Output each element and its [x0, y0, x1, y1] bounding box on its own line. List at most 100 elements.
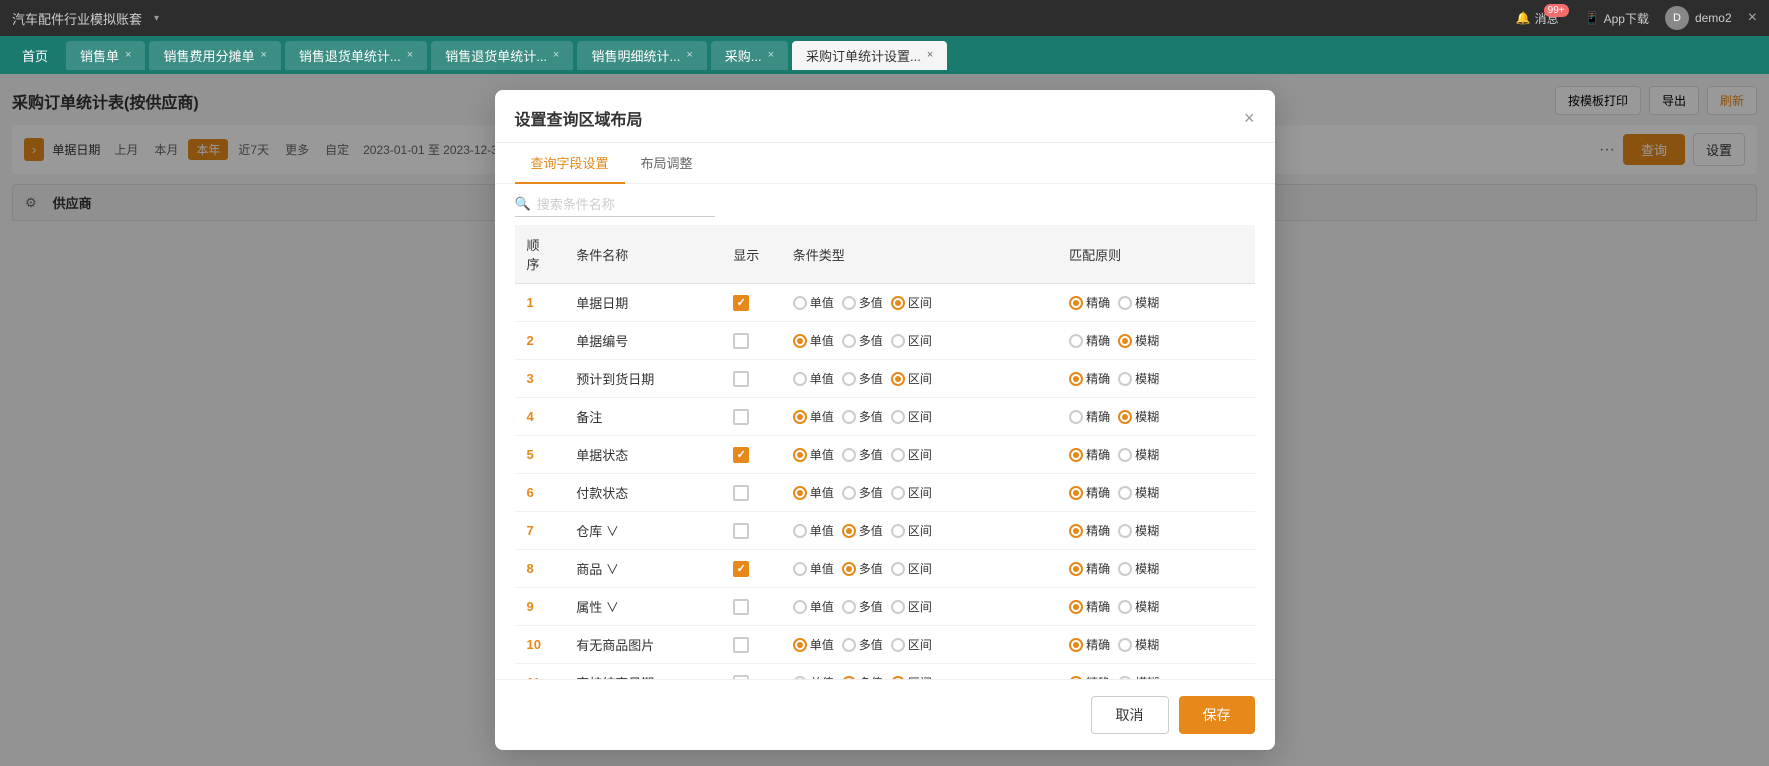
- radio-fuzzy-circle: [1118, 524, 1132, 538]
- tab-home[interactable]: 首页: [8, 41, 62, 70]
- cell-show[interactable]: [721, 398, 781, 436]
- cell-show[interactable]: [721, 588, 781, 626]
- show-checkbox[interactable]: [733, 485, 749, 501]
- type-single-radio[interactable]: 单值: [793, 484, 834, 501]
- type-range-radio[interactable]: 区间: [891, 560, 932, 577]
- type-single-radio[interactable]: 单值: [793, 332, 834, 349]
- type-single-radio[interactable]: 单值: [793, 370, 834, 387]
- type-multi-radio[interactable]: 多值: [842, 446, 883, 463]
- match-exact-radio[interactable]: 精确: [1069, 484, 1110, 501]
- match-exact-radio[interactable]: 精确: [1069, 522, 1110, 539]
- save-button[interactable]: 保存: [1179, 696, 1255, 734]
- show-checkbox[interactable]: [733, 523, 749, 539]
- type-range-radio[interactable]: 区间: [891, 484, 932, 501]
- type-range-radio[interactable]: 区间: [891, 636, 932, 653]
- tab-sales-return1[interactable]: 销售退货单统计... ×: [285, 41, 427, 70]
- show-checkbox[interactable]: [733, 599, 749, 615]
- tab-sales-expense[interactable]: 销售费用分摊单 ×: [149, 41, 280, 70]
- type-multi-radio[interactable]: 多值: [842, 636, 883, 653]
- match-exact-radio[interactable]: 精确: [1069, 408, 1110, 425]
- tab-purchase-close[interactable]: ×: [768, 49, 774, 61]
- type-multi-radio[interactable]: 多值: [842, 484, 883, 501]
- user-info[interactable]: D demo2: [1665, 6, 1732, 30]
- type-single-radio[interactable]: 单值: [793, 446, 834, 463]
- match-fuzzy-radio[interactable]: 模糊: [1118, 446, 1159, 463]
- show-checkbox[interactable]: [733, 637, 749, 653]
- tab-sales-detail[interactable]: 销售明细统计... ×: [577, 41, 706, 70]
- match-fuzzy-radio[interactable]: 模糊: [1118, 370, 1159, 387]
- cell-show[interactable]: [721, 322, 781, 360]
- match-fuzzy-radio[interactable]: 模糊: [1118, 522, 1159, 539]
- match-fuzzy-radio[interactable]: 模糊: [1118, 560, 1159, 577]
- match-exact-radio[interactable]: 精确: [1069, 598, 1110, 615]
- cell-show[interactable]: [721, 626, 781, 664]
- tab-sales-return2[interactable]: 销售退货单统计... ×: [431, 41, 573, 70]
- match-fuzzy-radio[interactable]: 模糊: [1118, 408, 1159, 425]
- tab-sales-order-close[interactable]: ×: [125, 49, 131, 61]
- type-range-radio[interactable]: 区间: [891, 522, 932, 539]
- tab-sales-return1-close[interactable]: ×: [407, 49, 413, 61]
- type-single-radio[interactable]: 单值: [793, 598, 834, 615]
- top-close-button[interactable]: ×: [1748, 9, 1757, 27]
- app-download-button[interactable]: 📱 App下载: [1585, 10, 1649, 27]
- radio-fuzzy-label: 模糊: [1135, 294, 1159, 311]
- cell-show[interactable]: [721, 550, 781, 588]
- notification-button[interactable]: 🔔 消息 99+: [1516, 10, 1559, 27]
- tab-sales-detail-close[interactable]: ×: [686, 49, 692, 61]
- cell-show[interactable]: [721, 436, 781, 474]
- type-multi-radio[interactable]: 多值: [842, 408, 883, 425]
- cell-name: 商品 ∨: [564, 550, 721, 588]
- modal-tab-query-fields[interactable]: 查询字段设置: [515, 143, 625, 184]
- show-checkbox[interactable]: [733, 447, 749, 463]
- type-single-radio[interactable]: 单值: [793, 408, 834, 425]
- type-multi-radio[interactable]: 多值: [842, 598, 883, 615]
- match-exact-radio[interactable]: 精确: [1069, 560, 1110, 577]
- type-multi-radio[interactable]: 多值: [842, 370, 883, 387]
- type-range-radio[interactable]: 区间: [891, 446, 932, 463]
- tab-sales-expense-close[interactable]: ×: [260, 49, 266, 61]
- show-checkbox[interactable]: [733, 371, 749, 387]
- app-dropdown-icon[interactable]: ▾: [154, 13, 159, 24]
- cell-show[interactable]: [721, 512, 781, 550]
- match-fuzzy-radio[interactable]: 模糊: [1118, 598, 1159, 615]
- cell-show[interactable]: [721, 284, 781, 322]
- type-range-radio[interactable]: 区间: [891, 332, 932, 349]
- cell-show[interactable]: [721, 664, 781, 680]
- show-checkbox[interactable]: [733, 561, 749, 577]
- type-range-radio[interactable]: 区间: [891, 370, 932, 387]
- type-single-radio[interactable]: 单值: [793, 522, 834, 539]
- type-single-radio[interactable]: 单值: [793, 636, 834, 653]
- modal-close-button[interactable]: ×: [1244, 108, 1255, 129]
- type-single-radio[interactable]: 单值: [793, 560, 834, 577]
- type-multi-radio[interactable]: 多值: [842, 332, 883, 349]
- cancel-button[interactable]: 取消: [1091, 696, 1169, 734]
- type-multi-radio[interactable]: 多值: [842, 522, 883, 539]
- tab-sales-order[interactable]: 销售单 ×: [66, 41, 145, 70]
- cell-show[interactable]: [721, 474, 781, 512]
- show-checkbox[interactable]: [733, 409, 749, 425]
- match-fuzzy-radio[interactable]: 模糊: [1118, 636, 1159, 653]
- show-checkbox[interactable]: [733, 333, 749, 349]
- match-exact-radio[interactable]: 精确: [1069, 332, 1110, 349]
- modal-tab-layout[interactable]: 布局调整: [625, 143, 709, 184]
- cell-show[interactable]: [721, 360, 781, 398]
- tab-sales-return2-close[interactable]: ×: [553, 49, 559, 61]
- match-exact-radio[interactable]: 精确: [1069, 294, 1110, 311]
- type-range-radio[interactable]: 区间: [891, 408, 932, 425]
- search-input[interactable]: [537, 197, 697, 212]
- match-fuzzy-radio[interactable]: 模糊: [1118, 294, 1159, 311]
- type-multi-radio[interactable]: 多值: [842, 560, 883, 577]
- tab-purchase-order-stat[interactable]: 采购订单统计设置... ×: [792, 41, 947, 70]
- match-exact-radio[interactable]: 精确: [1069, 636, 1110, 653]
- match-exact-radio[interactable]: 精确: [1069, 446, 1110, 463]
- type-range-radio[interactable]: 区间: [891, 598, 932, 615]
- match-exact-radio[interactable]: 精确: [1069, 370, 1110, 387]
- show-checkbox[interactable]: [733, 295, 749, 311]
- type-single-radio[interactable]: 单值: [793, 294, 834, 311]
- tab-purchase[interactable]: 采购... ×: [711, 41, 788, 70]
- type-multi-radio[interactable]: 多值: [842, 294, 883, 311]
- match-fuzzy-radio[interactable]: 模糊: [1118, 332, 1159, 349]
- type-range-radio[interactable]: 区间: [891, 294, 932, 311]
- tab-purchase-order-stat-close[interactable]: ×: [927, 49, 933, 61]
- match-fuzzy-radio[interactable]: 模糊: [1118, 484, 1159, 501]
